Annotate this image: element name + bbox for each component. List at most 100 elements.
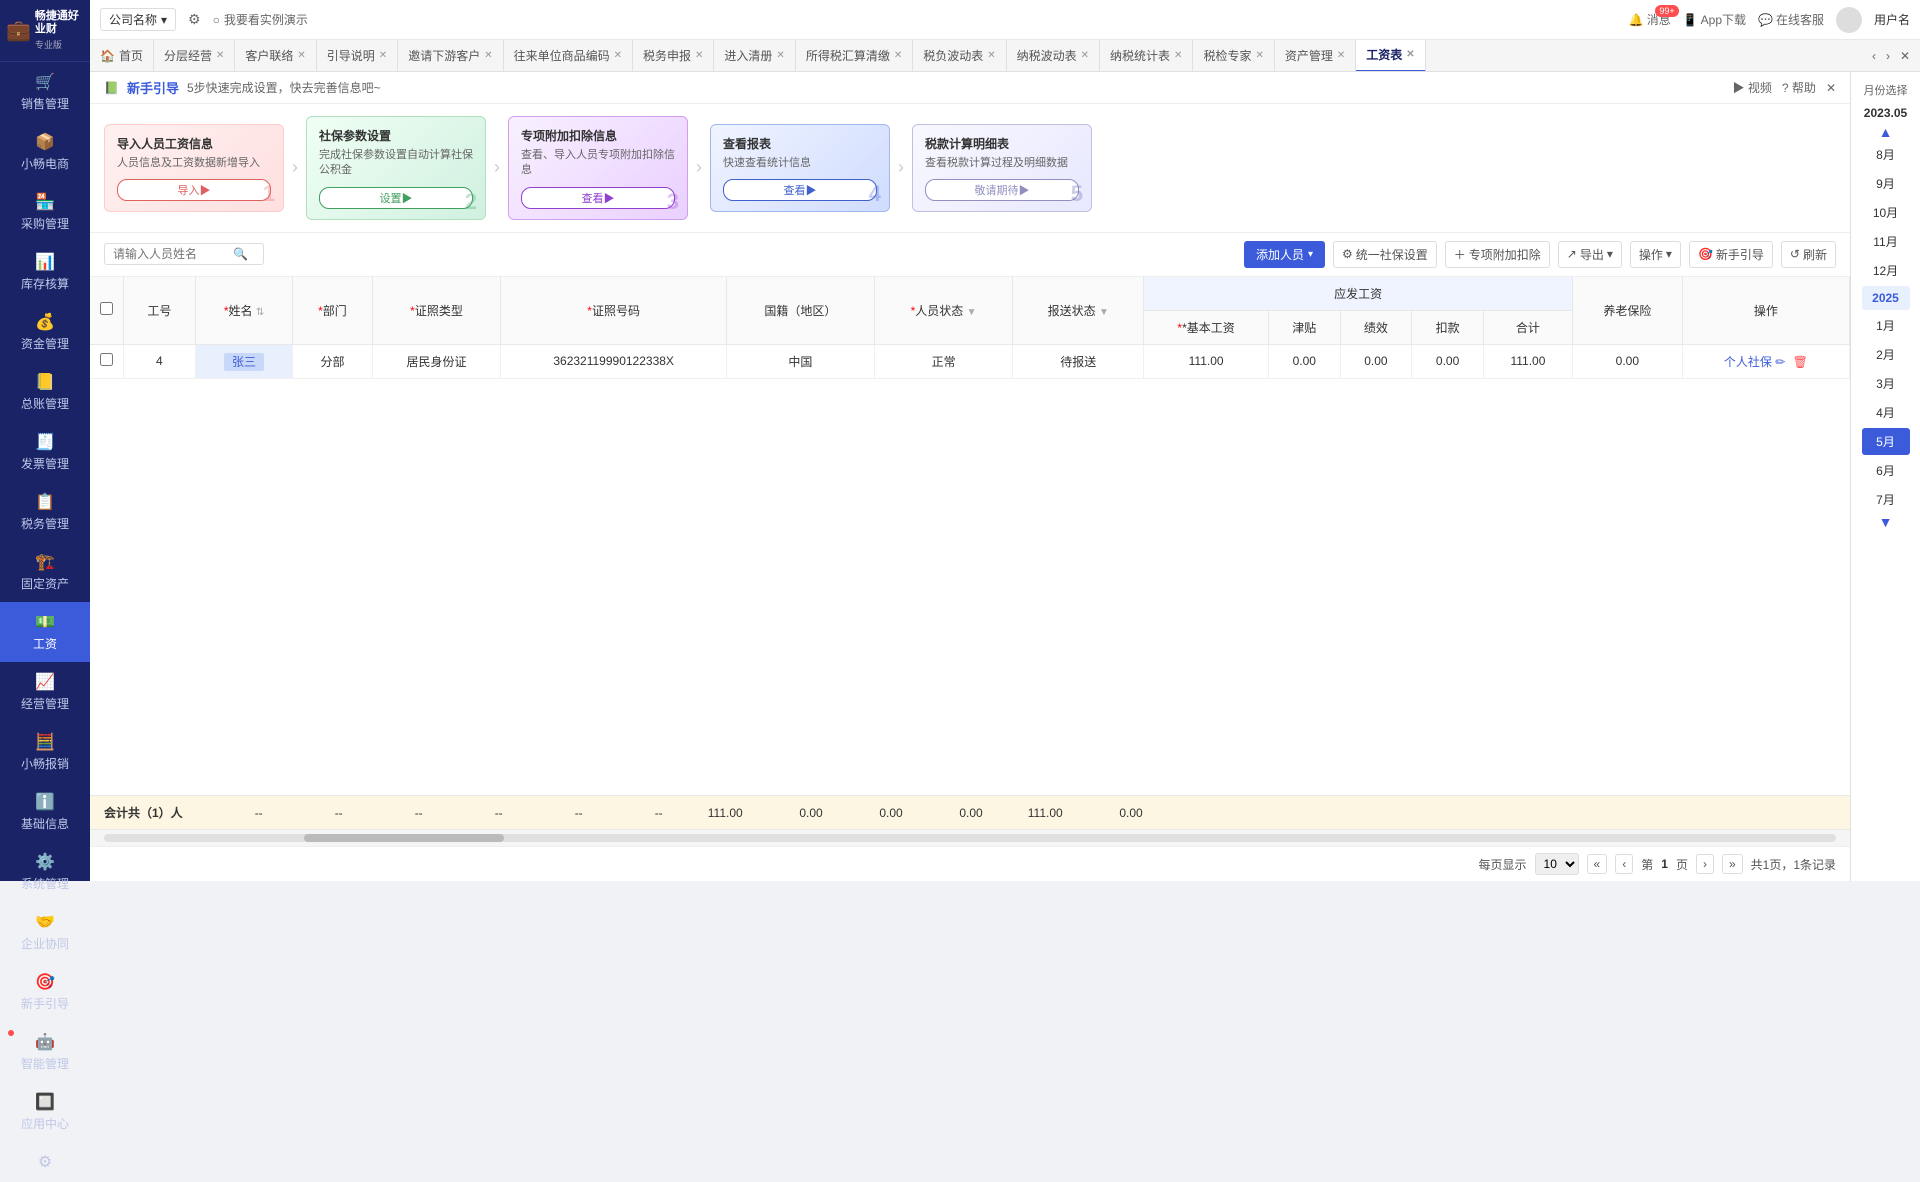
tab-close-icon[interactable]: ✕ [1406,49,1414,60]
tab-close-icon[interactable]: ✕ [987,50,995,61]
tab-home[interactable]: 🏠 首页 [90,40,154,72]
month-item-8[interactable]: 8月 [1862,141,1910,168]
step-5-btn[interactable]: 敬请期待▶ [925,179,1079,201]
sidebar-item-tax[interactable]: 📋 税务管理 [0,482,90,542]
online-service-button[interactable]: 💬 在线客服 [1758,11,1824,28]
tab-close-icon[interactable]: ✕ [614,50,622,61]
step-4-btn[interactable]: 查看▶ [723,179,877,201]
tab-close-icon[interactable]: ✕ [297,50,305,61]
sidebar-item-finance[interactable]: 💰 资金管理 [0,302,90,362]
tab-tax-fluctuate[interactable]: 纳税波动表 ✕ [1007,40,1100,72]
delete-button[interactable]: 🗑 [1793,355,1808,369]
refresh-button[interactable]: ↺ 刷新 [1781,241,1836,268]
tab-tax-expert[interactable]: 税检专家 ✕ [1193,40,1274,72]
guide-close-button[interactable]: ✕ [1826,81,1836,95]
tab-guide[interactable]: 引导说明 ✕ [317,40,398,72]
month-item-12[interactable]: 12月 [1862,257,1910,284]
settings-button[interactable]: ⚙ [0,1142,90,1182]
month-item-11[interactable]: 11月 [1862,228,1910,255]
tab-next-button[interactable]: › [1882,47,1894,65]
month-item-6[interactable]: 6月 [1862,457,1910,484]
sidebar-item-purchase[interactable]: 🏪 采购管理 [0,182,90,242]
tab-close-icon[interactable]: ✕ [216,50,224,61]
per-page-select[interactable]: 10 20 50 [1535,853,1579,875]
sidebar-item-sales[interactable]: 🛒 销售管理 [0,62,90,122]
sidebar-item-basic[interactable]: ℹ️ 基础信息 [0,782,90,842]
next-page-button[interactable]: › [1696,854,1714,874]
tab-close-icon[interactable]: ✕ [776,50,784,61]
tab-salary[interactable]: 工资表 ✕ [1356,40,1425,72]
report-filter-icon[interactable]: ▼ [1099,307,1109,318]
topbar-gear-button[interactable]: ⚙ [184,7,205,32]
sidebar-item-ai[interactable]: 🤖 智能管理 [0,1022,90,1082]
tab-register[interactable]: 进入清册 ✕ [714,40,795,72]
personal-social-security-link[interactable]: 个人社保 [1724,355,1772,369]
tab-product-code[interactable]: 往来单位商品编码 ✕ [504,40,633,72]
app-download-button[interactable]: 📱 App下载 [1683,11,1746,28]
help-link[interactable]: ? 帮助 [1782,79,1816,96]
first-page-button[interactable]: « [1587,854,1608,874]
sidebar-item-guide[interactable]: 🎯 新手引导 [0,962,90,1022]
add-employee-button[interactable]: 添加人员 ▾ [1244,241,1325,268]
month-item-7[interactable]: 7月 [1862,486,1910,513]
guide-button[interactable]: 🎯 新手引导 [1689,241,1773,268]
month-item-4[interactable]: 4月 [1862,399,1910,426]
name-sort-icon[interactable]: ⇅ [256,307,264,318]
special-deduction-button[interactable]: ＋ 专项附加扣除 [1445,241,1550,268]
message-button[interactable]: 🔔 消息 99+ [1629,11,1671,28]
tab-close-all-button[interactable]: ✕ [1896,47,1914,65]
sidebar-item-salary[interactable]: 💵 工资 [0,602,90,662]
sidebar-item-invoice[interactable]: 🧾 发票管理 [0,422,90,482]
search-icon[interactable]: 🔍 [233,247,248,261]
tab-close-icon[interactable]: ✕ [379,50,387,61]
row-checkbox[interactable] [100,353,113,366]
tab-tax-stats[interactable]: 纳税统计表 ✕ [1100,40,1193,72]
social-security-settings-button[interactable]: ⚙ 统一社保设置 [1333,241,1437,268]
tab-invite[interactable]: 邀请下游客户 ✕ [398,40,503,72]
tab-customer[interactable]: 客户联络 ✕ [235,40,316,72]
step-1-btn[interactable]: 导入▶ [117,179,271,201]
last-page-button[interactable]: » [1722,854,1743,874]
video-link[interactable]: ▶ 视频 [1733,79,1772,96]
sidebar-item-assets[interactable]: 🏗️ 固定资产 [0,542,90,602]
sidebar-item-apps[interactable]: 🔲 应用中心 [0,1082,90,1142]
tab-income-tax[interactable]: 所得税汇算清缴 ✕ [796,40,913,72]
search-input[interactable] [113,247,233,261]
demo-link[interactable]: ○ 我要看实例演示 [213,11,308,28]
tab-close-icon[interactable]: ✕ [484,50,492,61]
tab-close-icon[interactable]: ✕ [1255,50,1263,61]
tab-prev-button[interactable]: ‹ [1868,47,1880,65]
step-3-btn[interactable]: 查看▶ [521,187,675,209]
tab-close-icon[interactable]: ✕ [894,50,902,61]
export-button[interactable]: ↗ 导出 ▾ [1558,241,1622,268]
month-panel-down-button[interactable]: ▼ [1879,514,1893,530]
month-item-1[interactable]: 1月 [1862,312,1910,339]
tab-close-icon[interactable]: ✕ [1174,50,1182,61]
scrollbar-thumb[interactable] [304,834,504,842]
operations-button[interactable]: 操作 ▾ [1630,241,1681,268]
select-all-checkbox[interactable] [100,302,113,315]
sidebar-item-system[interactable]: ⚙️ 系统管理 [0,842,90,902]
tab-fengjing[interactable]: 分层经营 ✕ [154,40,235,72]
sidebar-item-reimbursement[interactable]: 🧮 小畅报销 [0,722,90,782]
status-filter-icon[interactable]: ▼ [967,307,977,318]
month-item-10[interactable]: 10月 [1862,199,1910,226]
avatar[interactable] [1836,7,1862,33]
prev-page-button[interactable]: ‹ [1615,854,1633,874]
horizontal-scrollbar[interactable] [90,829,1850,846]
tab-tax-burden[interactable]: 税负波动表 ✕ [913,40,1006,72]
sidebar-item-inventory[interactable]: 📊 库存核算 [0,242,90,302]
tab-tax-declare[interactable]: 税务申报 ✕ [633,40,714,72]
month-item-3[interactable]: 3月 [1862,370,1910,397]
sidebar-item-ecom[interactable]: 📦 小畅电商 [0,122,90,182]
tab-close-icon[interactable]: ✕ [1337,50,1345,61]
tab-close-icon[interactable]: ✕ [695,50,703,61]
edit-button[interactable]: ✏ [1775,355,1785,369]
sidebar-item-collab[interactable]: 🤝 企业协同 [0,902,90,962]
tab-assets[interactable]: 资产管理 ✕ [1275,40,1356,72]
username-label[interactable]: 用户名 [1874,11,1910,28]
month-item-2[interactable]: 2月 [1862,341,1910,368]
month-item-5-active[interactable]: 5月 [1862,428,1910,455]
tab-close-icon[interactable]: ✕ [1081,50,1089,61]
sidebar-item-ops[interactable]: 📈 经营管理 [0,662,90,722]
